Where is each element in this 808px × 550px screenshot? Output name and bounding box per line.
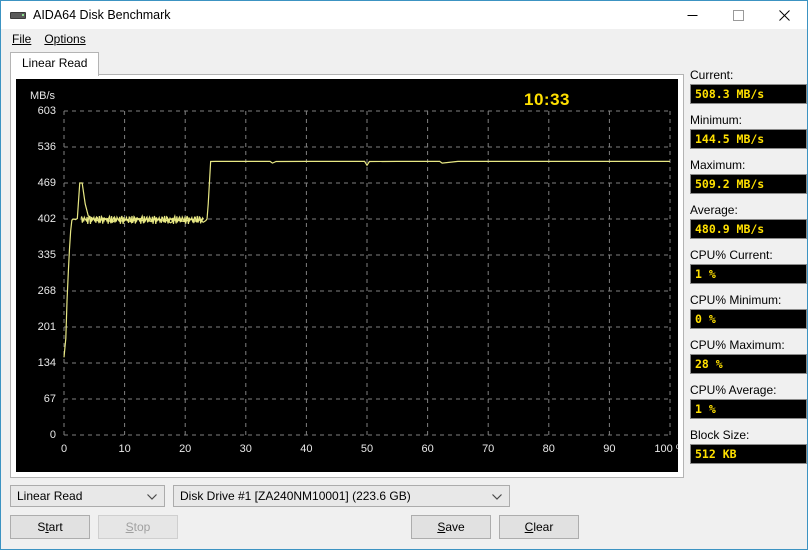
y-tick-label: 268 [37,285,56,297]
stat-label: CPU% Minimum: [690,293,782,307]
main-content: Linear Read MB/s 10:33 0 67 134 201 268 335 40… [1,49,807,549]
start-button-tail: art [48,520,63,534]
minimize-icon[interactable] [669,1,715,29]
aida64-disk-benchmark-window: AIDA64 Disk Benchmark File Options Linea… [0,0,808,550]
y-tick-label: 67 [43,393,56,405]
elapsed-timer: 10:33 [524,90,570,109]
stat-value: 508.3 MB/s [690,84,807,104]
stat-value: 0 % [690,309,807,329]
tab-strip: Linear Read [10,52,684,76]
stat-minimum: Minimum: 144.5 MB/s [690,113,807,149]
menu-item-file[interactable]: File [7,31,39,47]
x-tick-label: 0 [60,443,68,455]
y-tick-label: 201 [37,321,56,333]
x-tick-label: 10 [118,443,131,455]
benchmark-mode-value: Linear Read [17,489,83,503]
stat-value: 1 % [690,399,807,419]
linear-read-chart: MB/s 10:33 0 67 134 201 268 335 402 469 536 603 0… [16,79,678,472]
tab-linear-read-label: Linear Read [22,56,88,70]
chart-unit-label: MB/s [30,90,56,102]
stat-label: CPU% Maximum: [690,338,785,352]
y-tick-label: 0 [49,429,56,441]
x-tick-label: 80 [542,443,555,455]
menu-file-label: File [12,32,32,46]
chart-column: Linear Read MB/s 10:33 0 67 134 201 268 335 40… [1,49,684,549]
y-tick-label: 469 [37,177,56,189]
stop-button[interactable]: Stop [98,515,178,539]
y-tick-label: 536 [37,141,56,153]
chart-panel: MB/s 10:33 0 67 134 201 268 335 402 469 536 603 0… [10,75,684,478]
x-tick-label: 40 [300,443,313,455]
stat-value: 512 KB [690,444,807,464]
stat-value: 144.5 MB/s [690,129,807,149]
stat-value: 28 % [690,354,807,374]
chevron-down-icon [147,489,157,503]
stat-average: Average: 480.9 MB/s [690,203,807,239]
tab-strip-divider [10,74,684,75]
tab-linear-read[interactable]: Linear Read [10,52,100,76]
save-button[interactable]: Save [411,515,491,539]
x-tick-label: 30 [239,443,252,455]
x-tick-label: 100 % [654,443,678,455]
stat-current: Current: 508.3 MB/s [690,68,807,104]
stat-cpu-maximum: CPU% Maximum: 28 % [690,338,807,374]
stat-label: Maximum: [690,158,746,172]
stat-label: Minimum: [690,113,743,127]
stat-value: 1 % [690,264,807,284]
stat-label: Block Size: [690,428,750,442]
menu-bar: File Options [1,29,807,49]
menu-options-label: Options [44,32,86,46]
disk-drive-value: Disk Drive #1 [ZA240NM10001] (223.6 GB) [180,489,411,503]
menu-item-options[interactable]: Options [39,31,93,47]
stat-value: 480.9 MB/s [690,219,807,239]
bottom-controls: Linear Read Disk Drive #1 [ZA240NM10001]… [10,485,684,539]
stat-label: CPU% Current: [690,248,773,262]
action-button-row: Start Stop Save Clear [10,515,684,539]
x-tick-label: 90 [603,443,616,455]
stat-cpu-current: CPU% Current: 1 % [690,248,807,284]
window-title: AIDA64 Disk Benchmark [33,8,171,22]
stat-cpu-average: CPU% Average: 1 % [690,383,807,419]
disk-drive-select[interactable]: Disk Drive #1 [ZA240NM10001] (223.6 GB) [173,485,510,507]
y-tick-label: 134 [37,357,56,369]
y-tick-label: 402 [37,213,56,225]
start-button[interactable]: Start [10,515,90,539]
statistics-panel: Current: 508.3 MB/s Minimum: 144.5 MB/s Maxi… [690,49,807,549]
x-tick-label: 50 [360,443,374,455]
stat-label: CPU% Average: [690,383,777,397]
y-tick-label: 603 [37,105,56,117]
stat-label: Current: [690,68,734,82]
chevron-down-icon [492,489,502,503]
stat-value: 509.2 MB/s [690,174,807,194]
disk-drive-icon [10,7,26,23]
close-icon[interactable] [761,1,807,29]
window-controls [669,1,807,29]
stat-label: Average: [690,203,738,217]
clear-button[interactable]: Clear [499,515,579,539]
maximize-icon[interactable] [715,1,761,29]
x-tick-label: 70 [482,443,495,455]
stat-maximum: Maximum: 509.2 MB/s [690,158,807,194]
x-tick-label: 20 [179,443,192,455]
benchmark-mode-select[interactable]: Linear Read [10,485,165,507]
selector-row: Linear Read Disk Drive #1 [ZA240NM10001]… [10,485,684,507]
title-bar: AIDA64 Disk Benchmark [1,1,807,29]
stat-block-size: Block Size: 512 KB [690,428,807,464]
stat-cpu-minimum: CPU% Minimum: 0 % [690,293,807,329]
y-tick-label: 335 [37,249,56,261]
x-tick-label: 60 [421,443,434,455]
